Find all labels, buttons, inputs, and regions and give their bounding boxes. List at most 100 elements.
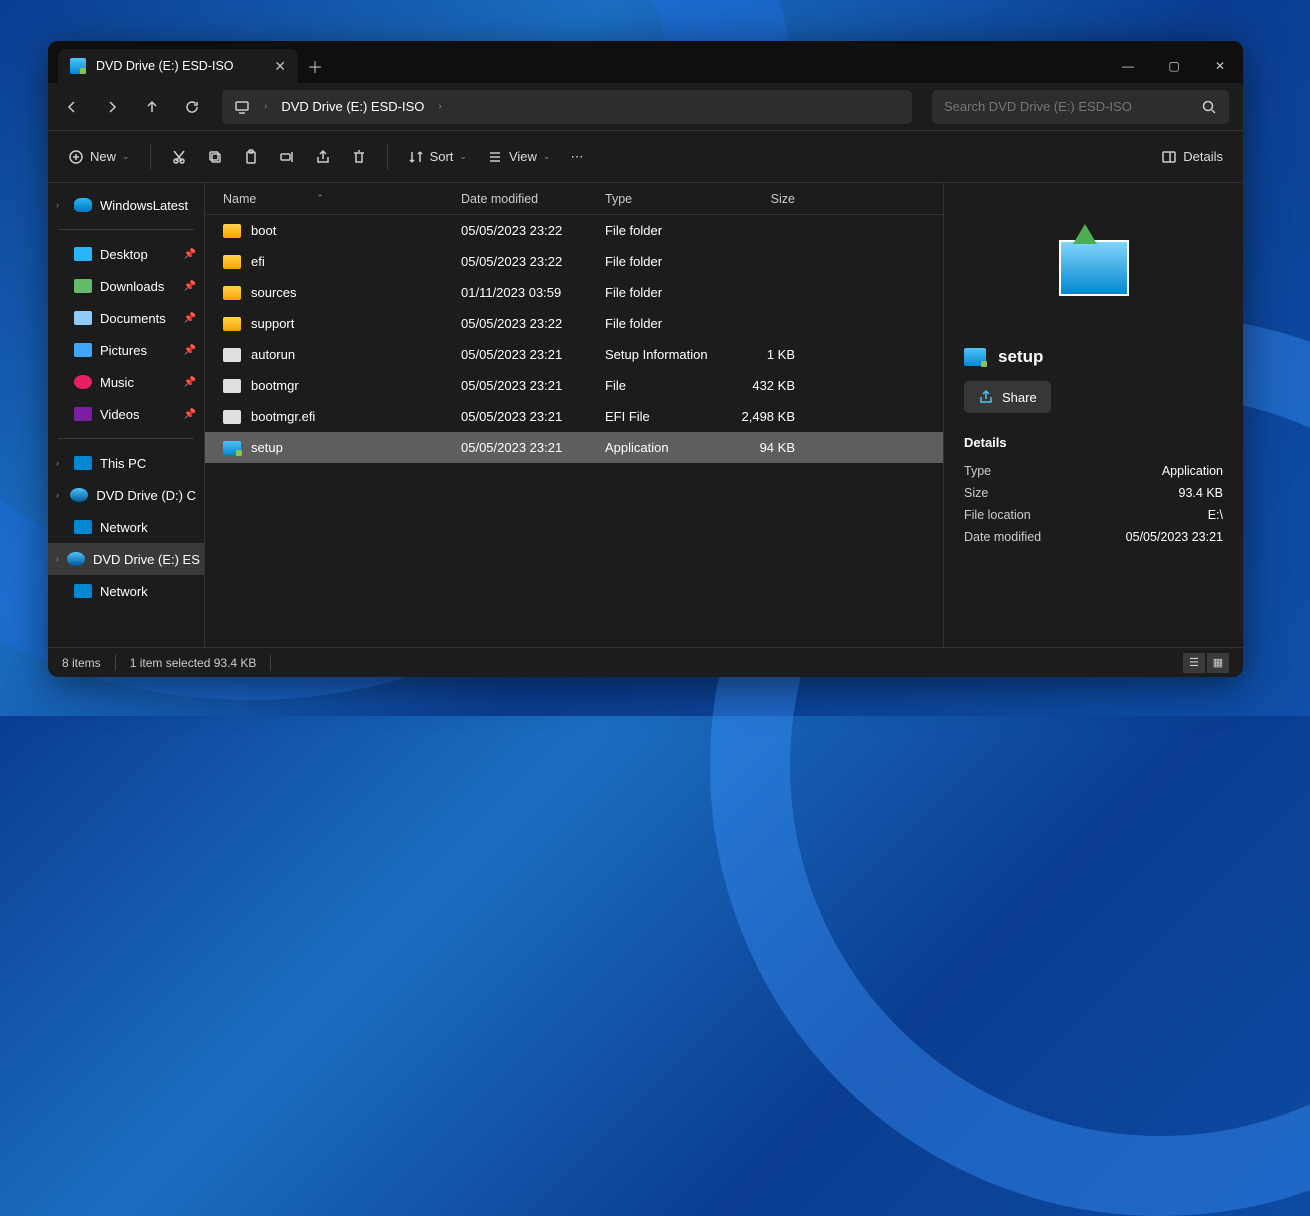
file-type: File folder [605,285,725,300]
forward-button[interactable] [102,97,122,117]
breadcrumb[interactable]: › DVD Drive (E:) ESD-ISO › [222,90,912,124]
refresh-button[interactable] [182,97,202,117]
file-size: 432 KB [725,378,805,393]
column-type[interactable]: Type [605,192,725,206]
pin-icon: 📌 [184,313,196,324]
details-row: Size93.4 KB [964,482,1223,504]
sidebar-item-this-pc[interactable]: ›This PC [48,447,204,479]
file-date: 05/05/2023 23:21 [461,347,605,362]
file-row[interactable]: autorun05/05/2023 23:21Setup Information… [205,339,943,370]
search-input[interactable] [944,99,1191,114]
sidebar-item-label: This PC [100,456,146,471]
sidebar: ›WindowsLatestDesktop📌Downloads📌Document… [48,183,205,647]
column-headers: Name⌃ Date modified Type Size [205,183,943,215]
drive-icon [70,58,86,74]
search-box[interactable] [932,90,1229,124]
column-size[interactable]: Size [725,192,805,206]
search-icon [1201,99,1217,115]
sidebar-item-label: Downloads [100,279,164,294]
sidebar-item-documents[interactable]: Documents 📌 [48,302,204,334]
sidebar-item-windowslatest[interactable]: ›WindowsLatest [48,189,204,221]
file-row[interactable]: setup05/05/2023 23:21Application94 KB [205,432,943,463]
pin-icon: 📌 [184,345,196,356]
tab-active[interactable]: DVD Drive (E:) ESD-ISO ✕ [58,49,298,83]
file-name: setup [251,440,283,455]
minimize-button[interactable]: ― [1105,49,1151,83]
file-row[interactable]: support05/05/2023 23:22File folder [205,308,943,339]
sidebar-item-label: Music [100,375,134,390]
sidebar-item-desktop[interactable]: Desktop📌 [48,238,204,270]
sidebar-item-pictures[interactable]: Pictures📌 [48,334,204,366]
file-name: efi [251,254,265,269]
paste-button[interactable] [243,149,259,165]
maximize-button[interactable]: ▢ [1151,49,1197,83]
file-type: Application [605,440,725,455]
column-date[interactable]: Date modified [461,192,605,206]
setup-app-icon [1059,240,1129,296]
status-bar: 8 items 1 item selected 93.4 KB ☰ ▦ [48,647,1243,677]
details-view-button[interactable]: ☰ [1183,653,1205,673]
column-name[interactable]: Name⌃ [205,192,461,206]
sidebar-item-network[interactable]: Network [48,511,204,543]
pics-icon [74,343,92,357]
sidebar-item-label: Documents [100,311,166,326]
pin-icon: 📌 [184,377,196,388]
details-row: File locationE:\ [964,504,1223,526]
rename-button[interactable] [279,149,295,165]
address-bar: › DVD Drive (E:) ESD-ISO › [48,83,1243,131]
file-icon [223,410,241,424]
sidebar-item-dvd-drive-e-es[interactable]: ›DVD Drive (E:) ES [48,543,204,575]
new-tab-button[interactable]: ＋ [298,49,332,83]
sort-button[interactable]: Sort⌄ [408,149,467,165]
file-date: 05/05/2023 23:21 [461,409,605,424]
file-date: 01/11/2023 03:59 [461,285,605,300]
folder-icon [223,224,241,238]
folder-icon [223,286,241,300]
share-button[interactable]: Share [964,381,1051,413]
folder-icon [223,317,241,331]
delete-button[interactable] [351,149,367,165]
thumbnails-view-button[interactable]: ▦ [1207,653,1229,673]
file-row[interactable]: efi05/05/2023 23:22File folder [205,246,943,277]
file-type: File folder [605,316,725,331]
cut-button[interactable] [171,149,187,165]
more-button[interactable]: ⋯ [570,149,583,165]
file-row[interactable]: sources01/11/2023 03:59File folder [205,277,943,308]
share-button[interactable] [315,149,331,165]
sidebar-item-label: Network [100,520,148,535]
file-name: autorun [251,347,295,362]
close-window-button[interactable]: ✕ [1197,49,1243,83]
file-row[interactable]: bootmgr05/05/2023 23:21File432 KB [205,370,943,401]
file-row[interactable]: boot05/05/2023 23:22File folder [205,215,943,246]
file-type: File folder [605,223,725,238]
status-selection: 1 item selected 93.4 KB [130,656,257,670]
pc-icon [234,99,250,115]
details-toggle-button[interactable]: Details [1161,149,1223,165]
app-icon [964,348,986,366]
dvd-icon [67,552,85,566]
downloads-icon [74,279,92,293]
breadcrumb-segment[interactable]: DVD Drive (E:) ESD-ISO [281,99,424,114]
sidebar-item-videos[interactable]: Videos📌 [48,398,204,430]
up-button[interactable] [142,97,162,117]
sidebar-item-music[interactable]: Music 📌 [48,366,204,398]
copy-button[interactable] [207,149,223,165]
new-button[interactable]: New⌄ [68,149,130,165]
preview-thumbnail [964,203,1223,333]
tab-title: DVD Drive (E:) ESD-ISO [96,59,234,73]
file-icon [223,379,241,393]
sidebar-item-downloads[interactable]: Downloads📌 [48,270,204,302]
sidebar-item-label: DVD Drive (D:) C [96,488,196,503]
details-header: Details [964,435,1223,450]
close-tab-icon[interactable]: ✕ [274,58,286,75]
file-size: 94 KB [725,440,805,455]
sidebar-item-dvd-drive-d-c[interactable]: ›DVD Drive (D:) C [48,479,204,511]
view-button[interactable]: View⌄ [487,149,551,165]
pin-icon: 📌 [184,249,196,260]
sidebar-item-network[interactable]: Network [48,575,204,607]
file-row[interactable]: bootmgr.efi05/05/2023 23:21EFI File2,498… [205,401,943,432]
file-date: 05/05/2023 23:22 [461,254,605,269]
cloud-icon [74,198,92,212]
file-size: 1 KB [725,347,805,362]
back-button[interactable] [62,97,82,117]
